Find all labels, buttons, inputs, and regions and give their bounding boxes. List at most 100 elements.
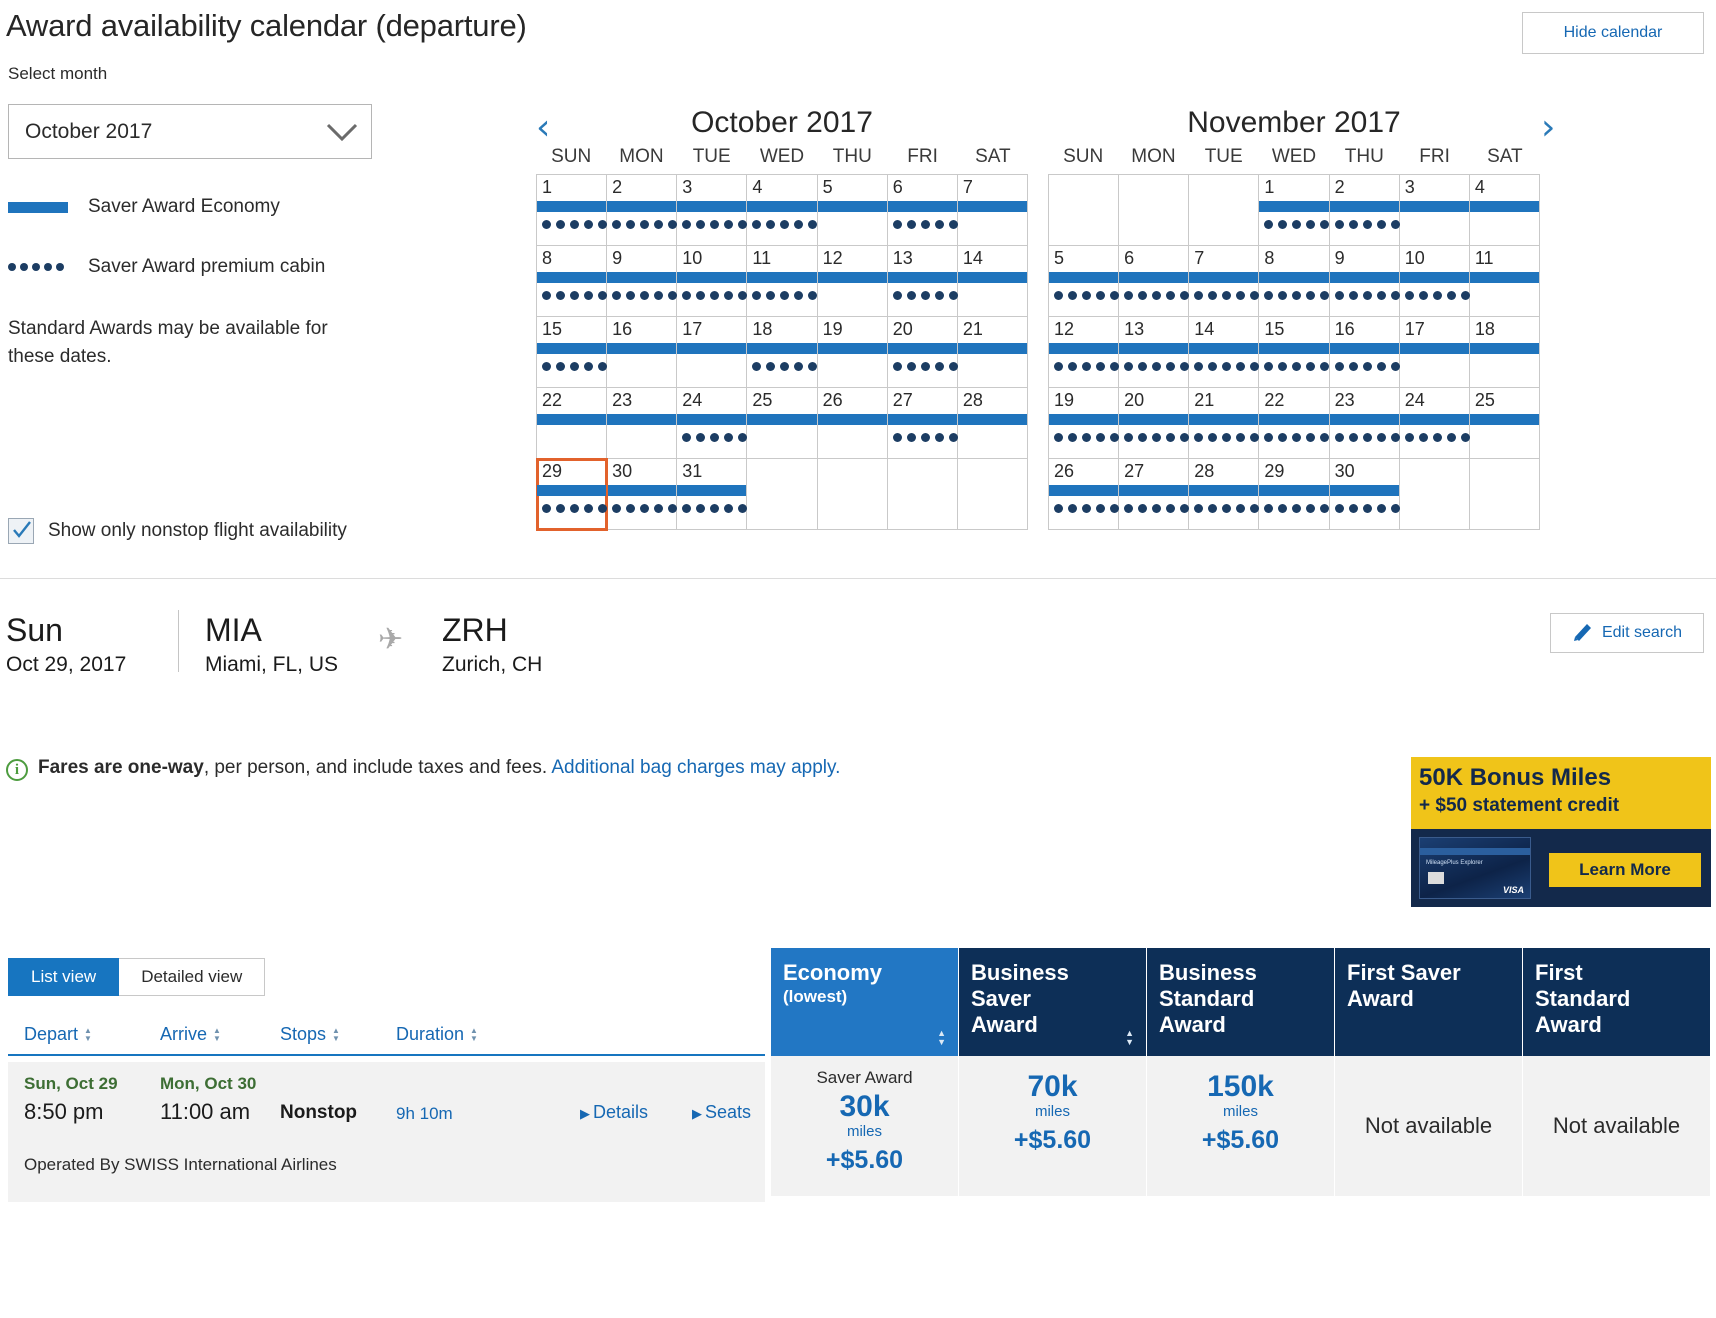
calendar-day-number: 1 xyxy=(1264,177,1275,197)
sort-stops[interactable]: Stops ▲ ▼ xyxy=(280,1024,340,1045)
fare-column-header-4[interactable]: First Saver Award xyxy=(1335,948,1523,1056)
fare-column-header-2[interactable]: Business Saver Award ▲ ▼ xyxy=(959,948,1147,1056)
hide-calendar-button[interactable]: Hide calendar xyxy=(1522,12,1704,54)
calendar-day-24[interactable]: 24 xyxy=(677,388,748,459)
calendar-day-1[interactable]: 1 xyxy=(537,175,608,246)
calendar-day-22[interactable]: 22 xyxy=(1259,388,1330,459)
calendar-day-22[interactable]: 22 xyxy=(537,388,608,459)
calendar-day-3[interactable]: 3 xyxy=(1399,175,1470,246)
calendar-day-9[interactable]: 9 xyxy=(1329,246,1400,317)
saver-economy-bar xyxy=(1189,485,1259,496)
calendar-day-5[interactable]: 5 xyxy=(1049,246,1120,317)
calendar-day-26[interactable]: 26 xyxy=(1049,459,1120,530)
bag-charges-link[interactable]: Additional bag charges may apply. xyxy=(551,757,840,778)
calendar-day-28[interactable]: 28 xyxy=(1189,459,1260,530)
tab-list-view[interactable]: List view xyxy=(8,958,120,996)
calendar-day-25[interactable]: 25 xyxy=(747,388,818,459)
calendar-day-3[interactable]: 3 xyxy=(677,175,748,246)
details-link[interactable]: ▶ Details xyxy=(580,1102,648,1123)
calendar-day-number: 25 xyxy=(1474,390,1495,410)
calendar-day-24[interactable]: 24 xyxy=(1399,388,1470,459)
calendar-day-12[interactable]: 12 xyxy=(817,246,888,317)
calendar-day-10[interactable]: 10 xyxy=(1399,246,1470,317)
calendar-day-25[interactable]: 25 xyxy=(1469,388,1540,459)
calendar-day-7[interactable]: 7 xyxy=(957,175,1028,246)
calendar-day-27[interactable]: 27 xyxy=(1119,459,1190,530)
fare-cell-2[interactable]: 70k miles +$5.60 xyxy=(959,1056,1147,1196)
saver-economy-bar xyxy=(887,272,957,283)
calendar-day-17[interactable]: 17 xyxy=(677,317,748,388)
calendar-day-27[interactable]: 27 xyxy=(887,388,958,459)
calendar-day-21[interactable]: 21 xyxy=(957,317,1028,388)
calendar-day-6[interactable]: 6 xyxy=(1119,246,1190,317)
calendar-day-13[interactable]: 13 xyxy=(887,246,958,317)
fare-miles-word: miles xyxy=(1222,1103,1258,1120)
fare-column-header-3[interactable]: Business Standard Award xyxy=(1147,948,1335,1056)
fare-column-header-1[interactable]: Economy (lowest) ▲ ▼ xyxy=(771,948,959,1056)
promo-banner[interactable]: 50K Bonus Miles + $50 statement credit M… xyxy=(1411,757,1711,907)
calendar-day-10[interactable]: 10 xyxy=(677,246,748,317)
sort-arrive[interactable]: Arrive ▲ ▼ xyxy=(160,1024,221,1045)
calendar-day-30[interactable]: 30 xyxy=(607,459,678,530)
nonstop-checkbox[interactable] xyxy=(8,518,34,544)
calendar-day-5[interactable]: 5 xyxy=(817,175,888,246)
calendar-day-13[interactable]: 13 xyxy=(1119,317,1190,388)
calendar-day-2[interactable]: 2 xyxy=(1329,175,1400,246)
sort-arrows-icon[interactable]: ▲ ▼ xyxy=(1125,1029,1134,1047)
chevron-right-icon[interactable]: › xyxy=(1541,110,1555,146)
flight-result-row[interactable]: Sun, Oct 29 Mon, Oct 30 8:50 pm 11:00 am… xyxy=(8,1062,765,1202)
fare-header-title: Economy xyxy=(783,960,883,985)
calendar-day-11[interactable]: 11 xyxy=(747,246,818,317)
calendar-day-17[interactable]: 17 xyxy=(1399,317,1470,388)
calendar-day-19[interactable]: 19 xyxy=(817,317,888,388)
calendar-day-2[interactable]: 2 xyxy=(607,175,678,246)
calendar-day-28[interactable]: 28 xyxy=(957,388,1028,459)
saver-premium-dots xyxy=(1334,220,1400,229)
calendar-day-23[interactable]: 23 xyxy=(1329,388,1400,459)
calendar-day-18[interactable]: 18 xyxy=(1469,317,1540,388)
calendar-day-30[interactable]: 30 xyxy=(1329,459,1400,530)
fare-column-header-5[interactable]: First Standard Award xyxy=(1523,948,1711,1056)
calendar-day-1[interactable]: 1 xyxy=(1259,175,1330,246)
calendar-day-26[interactable]: 26 xyxy=(817,388,888,459)
calendar-day-14[interactable]: 14 xyxy=(957,246,1028,317)
calendar-day-4[interactable]: 4 xyxy=(747,175,818,246)
sort-depart[interactable]: Depart ▲ ▼ xyxy=(24,1024,92,1045)
learn-more-button[interactable]: Learn More xyxy=(1549,853,1701,887)
calendar-day-21[interactable]: 21 xyxy=(1189,388,1260,459)
month-select-dropdown[interactable]: October 2017 xyxy=(8,104,372,159)
calendar-day-23[interactable]: 23 xyxy=(607,388,678,459)
calendar-day-29[interactable]: 29 xyxy=(1259,459,1330,530)
nonstop-filter-row[interactable]: Show only nonstop flight availability xyxy=(8,518,347,544)
calendar-day-9[interactable]: 9 xyxy=(607,246,678,317)
sort-arrows-icon[interactable]: ▲ ▼ xyxy=(937,1029,946,1047)
calendar-day-15[interactable]: 15 xyxy=(1259,317,1330,388)
calendar-day-4[interactable]: 4 xyxy=(1469,175,1540,246)
seats-link[interactable]: ▶ Seats xyxy=(692,1102,751,1123)
calendar-day-16[interactable]: 16 xyxy=(607,317,678,388)
fare-cell-1[interactable]: Saver Award 30k miles +$5.60 xyxy=(771,1056,959,1196)
calendar-day-15[interactable]: 15 xyxy=(537,317,608,388)
calendar-day-20[interactable]: 20 xyxy=(1119,388,1190,459)
calendar-day-18[interactable]: 18 xyxy=(747,317,818,388)
month-grid: 1 2 3 4 5 6 7 8 9 10 11 12 13 14 15 16 17 18 19 20 21 22 23 24 2… xyxy=(535,174,1028,531)
calendar-day-14[interactable]: 14 xyxy=(1189,317,1260,388)
calendar-day-12[interactable]: 12 xyxy=(1049,317,1120,388)
calendar-day-29[interactable]: 29 xyxy=(535,458,609,531)
calendar-day-7[interactable]: 7 xyxy=(1189,246,1260,317)
edit-search-button[interactable]: Edit search xyxy=(1550,613,1704,653)
sort-duration[interactable]: Duration ▲ ▼ xyxy=(396,1024,478,1045)
calendar-day-20[interactable]: 20 xyxy=(887,317,958,388)
legend-saver-economy: Saver Award Economy xyxy=(8,196,280,218)
tab-detailed-view[interactable]: Detailed view xyxy=(119,958,266,996)
calendar-day-31[interactable]: 31 xyxy=(677,459,748,530)
calendar-day-number: 23 xyxy=(1334,390,1355,410)
calendar-day-11[interactable]: 11 xyxy=(1469,246,1540,317)
calendar-day-6[interactable]: 6 xyxy=(887,175,958,246)
calendar-day-19[interactable]: 19 xyxy=(1049,388,1120,459)
calendar-day-16[interactable]: 16 xyxy=(1329,317,1400,388)
calendar-day-8[interactable]: 8 xyxy=(537,246,608,317)
calendar-day-8[interactable]: 8 xyxy=(1259,246,1330,317)
fare-cell-3[interactable]: 150k miles +$5.60 xyxy=(1147,1056,1335,1196)
calendar-day-number: 5 xyxy=(822,177,833,197)
